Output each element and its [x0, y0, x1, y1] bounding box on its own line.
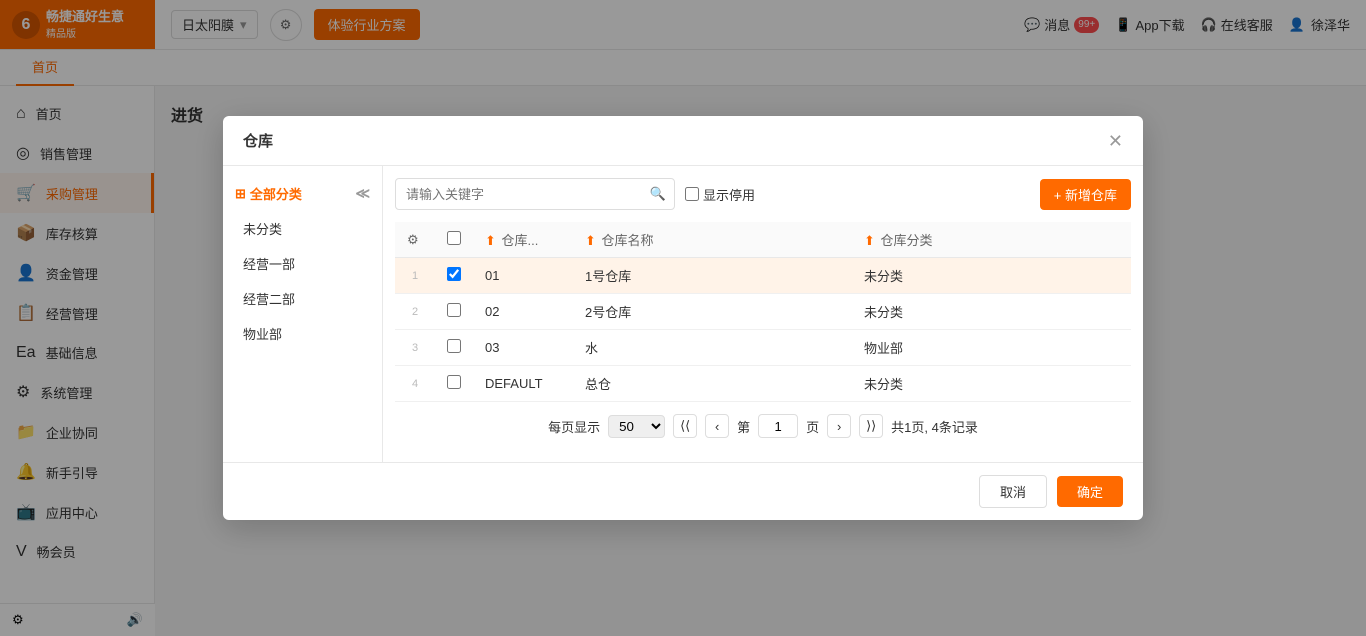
category-item-unclassified[interactable]: 未分类 — [223, 211, 382, 246]
sort-icon: ⬆ — [485, 233, 496, 248]
modal-header: 仓库 ✕ — [223, 116, 1143, 166]
row-checkbox-cell — [435, 330, 473, 366]
confirm-button[interactable]: 确定 — [1057, 476, 1123, 507]
warehouse-modal: 仓库 ✕ ⊞ 全部分类 ≪ 未分类 经营一部 经营二部 物业部 — [223, 116, 1143, 520]
row-select-checkbox[interactable] — [447, 339, 461, 353]
search-input[interactable] — [396, 187, 642, 202]
show-disabled-checkbox-label[interactable]: 显示停用 — [685, 185, 755, 204]
col-settings: ⚙ — [395, 222, 435, 258]
per-page-select[interactable]: 50 100 200 — [608, 415, 665, 438]
row-checkbox-cell — [435, 294, 473, 330]
row-settings-cell: 1 — [395, 258, 435, 294]
row-settings-cell: 2 — [395, 294, 435, 330]
row-name-cell: 水 — [573, 330, 852, 366]
category-item-dept1[interactable]: 经营一部 — [223, 246, 382, 281]
category-item-dept2[interactable]: 经营二部 — [223, 281, 382, 316]
show-disabled-checkbox[interactable] — [685, 187, 699, 201]
row-checkbox-cell — [435, 366, 473, 402]
row-code-cell: 02 — [473, 294, 573, 330]
modal-toolbar: 🔍 显示停用 + 新增仓库 — [395, 178, 1131, 210]
warehouse-table: ⚙ ⬆ 仓库... ⬆ — [395, 222, 1131, 402]
sort-category-icon: ⬆ — [864, 233, 875, 248]
sort-name-icon: ⬆ — [585, 233, 596, 248]
col-category[interactable]: ⬆ 仓库分类 — [852, 222, 1131, 258]
pagination: 每页显示 50 100 200 ⟨⟨ ‹ 第 页 › ⟩⟩ 共1页, 4条记录 — [395, 402, 1131, 450]
row-category-cell: 未分类 — [852, 258, 1131, 294]
row-select-checkbox[interactable] — [447, 267, 461, 281]
table-row[interactable]: 1 01 1号仓库 未分类 — [395, 258, 1131, 294]
warehouse-table-container: ⚙ ⬆ 仓库... ⬆ — [395, 222, 1131, 402]
modal-overlay: 仓库 ✕ ⊞ 全部分类 ≪ 未分类 经营一部 经营二部 物业部 — [0, 0, 1366, 636]
row-category-cell: 未分类 — [852, 366, 1131, 402]
table-row[interactable]: 3 03 水 物业部 — [395, 330, 1131, 366]
table-body: 1 01 1号仓库 未分类 2 02 2号仓库 未分类 3 03 水 物业部 4 — [395, 258, 1131, 402]
last-page-button[interactable]: ⟩⟩ — [859, 414, 883, 438]
row-category-cell: 物业部 — [852, 330, 1131, 366]
row-name-cell: 2号仓库 — [573, 294, 852, 330]
cancel-button[interactable]: 取消 — [979, 475, 1047, 508]
first-page-button[interactable]: ⟨⟨ — [673, 414, 697, 438]
grid-icon: ⊞ — [235, 186, 246, 202]
row-category-cell: 未分类 — [852, 294, 1131, 330]
modal-body: ⊞ 全部分类 ≪ 未分类 经营一部 经营二部 物业部 🔍 — [223, 166, 1143, 462]
row-select-checkbox[interactable] — [447, 303, 461, 317]
row-name-cell: 总仓 — [573, 366, 852, 402]
col-checkbox — [435, 222, 473, 258]
row-code-cell: 01 — [473, 258, 573, 294]
table-row[interactable]: 2 02 2号仓库 未分类 — [395, 294, 1131, 330]
next-page-button[interactable]: › — [827, 414, 851, 438]
prev-page-button[interactable]: ‹ — [705, 414, 729, 438]
modal-main-content: 🔍 显示停用 + 新增仓库 ⚙ — [383, 166, 1143, 462]
page-number-input[interactable] — [758, 414, 798, 438]
table-row[interactable]: 4 DEFAULT 总仓 未分类 — [395, 366, 1131, 402]
category-item-property[interactable]: 物业部 — [223, 316, 382, 351]
table-header: ⚙ ⬆ 仓库... ⬆ — [395, 222, 1131, 258]
modal-category-sidebar: ⊞ 全部分类 ≪ 未分类 经营一部 经营二部 物业部 — [223, 166, 383, 462]
search-box: 🔍 — [395, 178, 675, 210]
row-settings-cell: 4 — [395, 366, 435, 402]
search-icon[interactable]: 🔍 — [642, 186, 674, 202]
modal-close-button[interactable]: ✕ — [1108, 132, 1123, 150]
row-name-cell: 1号仓库 — [573, 258, 852, 294]
row-checkbox-cell — [435, 258, 473, 294]
select-all-checkbox[interactable] — [447, 231, 461, 245]
sidebar-collapse-button[interactable]: ≪ — [355, 185, 370, 202]
row-code-cell: 03 — [473, 330, 573, 366]
add-warehouse-button[interactable]: + 新增仓库 — [1040, 179, 1131, 210]
modal-category-header: ⊞ 全部分类 ≪ — [223, 176, 382, 211]
col-code[interactable]: ⬆ 仓库... — [473, 222, 573, 258]
col-name[interactable]: ⬆ 仓库名称 — [573, 222, 852, 258]
row-settings-cell: 3 — [395, 330, 435, 366]
row-select-checkbox[interactable] — [447, 375, 461, 389]
modal-title: 仓库 — [243, 130, 273, 151]
row-code-cell: DEFAULT — [473, 366, 573, 402]
modal-footer: 取消 确定 — [223, 462, 1143, 520]
